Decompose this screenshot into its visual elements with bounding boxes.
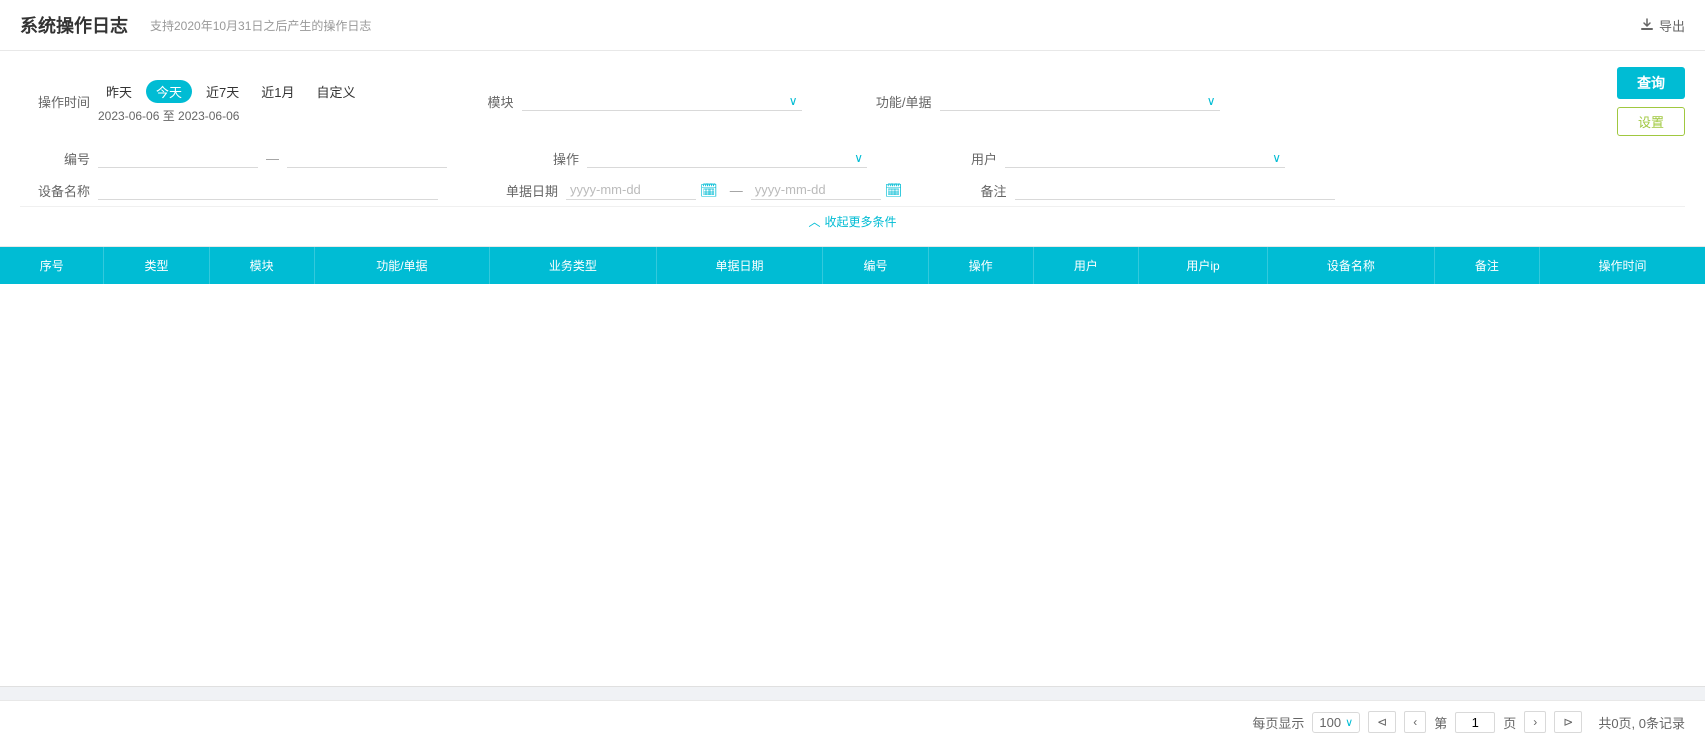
last-page-button[interactable]: ⊳ <box>1554 711 1582 733</box>
time-btn-yesterday[interactable]: 昨天 <box>98 80 140 103</box>
col-user-ip: 用户ip <box>1138 247 1267 284</box>
operation-label: 操作 <box>509 149 579 168</box>
filter-row-3: 设备名称 单据日期 🗓 — 🗓 备注 <box>20 180 1685 200</box>
code-dash: — <box>266 151 279 166</box>
page-total: 共0页, 0条记录 <box>1598 713 1685 732</box>
date-dash: — <box>730 183 743 198</box>
device-label: 设备名称 <box>20 181 90 200</box>
table-header: 序号 类型 模块 功能/单据 业务类型 单据日期 编号 操作 用户 用户ip 设… <box>0 247 1705 284</box>
user-label: 用户 <box>927 149 997 168</box>
page-size-select[interactable]: 100 ∨ <box>1312 712 1360 733</box>
time-btn-1month[interactable]: 近1月 <box>253 80 302 103</box>
page-number-input[interactable] <box>1455 712 1495 733</box>
func-select[interactable]: ∨ <box>940 92 1220 111</box>
remark-input[interactable] <box>1015 180 1335 200</box>
code-input-end[interactable] <box>287 148 447 168</box>
date-input-end[interactable] <box>751 180 881 200</box>
page-size-label: 每页显示 <box>1252 713 1304 732</box>
time-btn-custom[interactable]: 自定义 <box>309 80 364 103</box>
col-user: 用户 <box>1033 247 1138 284</box>
col-type: 类型 <box>104 247 209 284</box>
func-chevron-icon: ∨ <box>1207 94 1216 108</box>
time-label: 操作时间 <box>20 92 90 111</box>
collapse-bar[interactable]: ︿ 收起更多条件 <box>20 206 1685 236</box>
prev-page-button[interactable]: ‹ <box>1404 711 1426 733</box>
collapse-label: 收起更多条件 <box>825 213 897 230</box>
operation-filter-group: 操作 ∨ <box>509 149 867 168</box>
data-table: 序号 类型 模块 功能/单据 业务类型 单据日期 编号 操作 用户 用户ip 设… <box>0 247 1705 284</box>
page-size-value: 100 <box>1319 715 1341 730</box>
time-btn-today[interactable]: 今天 <box>146 80 192 103</box>
export-icon <box>1639 17 1655 33</box>
operation-chevron-icon: ∨ <box>854 151 863 165</box>
col-op-time: 操作时间 <box>1539 247 1705 284</box>
date-input-start[interactable] <box>566 180 696 200</box>
col-module: 模块 <box>209 247 314 284</box>
col-date: 单据日期 <box>656 247 823 284</box>
time-range: 2023-06-06 至 2023-06-06 <box>98 107 364 124</box>
page-container: 系统操作日志 支持2020年10月31日之后产生的操作日志 导出 操作时间 昨天… <box>0 0 1705 743</box>
col-index: 序号 <box>0 247 104 284</box>
col-operation: 操作 <box>928 247 1033 284</box>
scroll-inner <box>0 687 1705 700</box>
header-left: 系统操作日志 支持2020年10月31日之后产生的操作日志 <box>20 12 371 38</box>
module-select[interactable]: ∨ <box>522 92 802 111</box>
calendar-start-icon[interactable]: 🗓 <box>700 182 718 199</box>
module-label: 模块 <box>444 92 514 111</box>
empty-state <box>0 284 1705 584</box>
user-chevron-icon: ∨ <box>1272 151 1281 165</box>
col-func: 功能/单据 <box>314 247 489 284</box>
collapse-content: ︿ 收起更多条件 <box>808 213 896 230</box>
col-device: 设备名称 <box>1268 247 1435 284</box>
user-select[interactable]: ∨ <box>1005 149 1285 168</box>
filter-row-2: 编号 — 操作 ∨ 用户 ∨ <box>20 148 1685 168</box>
col-code: 编号 <box>823 247 928 284</box>
collapse-up-icon: ︿ <box>808 213 820 230</box>
code-input-start[interactable] <box>98 148 258 168</box>
date-filter-group: 单据日期 🗓 — 🗓 <box>498 180 907 200</box>
pagination-bar: 每页显示 100 ∨ ⊲ ‹ 第 页 › ⊳ 共0页, 0条记录 <box>0 700 1705 743</box>
settings-button[interactable]: 设置 <box>1617 107 1685 136</box>
col-remark: 备注 <box>1434 247 1539 284</box>
operation-select[interactable]: ∨ <box>587 149 867 168</box>
user-filter-group: 用户 ∨ <box>927 149 1285 168</box>
code-label: 编号 <box>20 149 90 168</box>
col-biz-type: 业务类型 <box>489 247 656 284</box>
time-filter: 昨天 今天 近7天 近1月 自定义 2023-06-06 至 2023-06-0… <box>98 80 364 124</box>
table-container: 序号 类型 模块 功能/单据 业务类型 单据日期 编号 操作 用户 用户ip 设… <box>0 247 1705 686</box>
action-buttons: 查询 设置 <box>1617 67 1685 136</box>
remark-filter-group: 备注 <box>967 180 1335 200</box>
horizontal-scrollbar[interactable] <box>0 686 1705 700</box>
filter-area: 操作时间 昨天 今天 近7天 近1月 自定义 2023-06-06 至 2023… <box>0 51 1705 247</box>
date-label: 单据日期 <box>498 181 558 200</box>
page-subtitle: 支持2020年10月31日之后产生的操作日志 <box>150 17 371 34</box>
device-input[interactable] <box>98 180 438 200</box>
device-filter-group: 设备名称 <box>20 180 438 200</box>
time-filter-group: 操作时间 昨天 今天 近7天 近1月 自定义 2023-06-06 至 2023… <box>20 80 364 124</box>
page-label: 第 <box>1434 713 1447 732</box>
page-size-chevron-icon: ∨ <box>1345 716 1353 729</box>
page-header: 系统操作日志 支持2020年10月31日之后产生的操作日志 导出 <box>0 0 1705 51</box>
module-chevron-icon: ∨ <box>789 94 798 108</box>
code-filter-group: 编号 — <box>20 148 447 168</box>
page-title: 系统操作日志 <box>20 12 128 38</box>
first-page-button[interactable]: ⊲ <box>1368 711 1396 733</box>
time-btn-7days[interactable]: 近7天 <box>198 80 247 103</box>
table-header-row: 序号 类型 模块 功能/单据 业务类型 单据日期 编号 操作 用户 用户ip 设… <box>0 247 1705 284</box>
export-button[interactable]: 导出 <box>1639 16 1685 35</box>
next-page-button[interactable]: › <box>1524 711 1546 733</box>
module-filter-group: 模块 ∨ <box>444 92 802 111</box>
calendar-end-icon[interactable]: 🗓 <box>885 182 903 199</box>
time-buttons: 昨天 今天 近7天 近1月 自定义 <box>98 80 364 103</box>
func-filter-group: 功能/单据 ∨ <box>862 92 1220 111</box>
func-label: 功能/单据 <box>862 92 932 111</box>
page-suffix: 页 <box>1503 713 1516 732</box>
query-button[interactable]: 查询 <box>1617 67 1685 99</box>
filter-row-1: 操作时间 昨天 今天 近7天 近1月 自定义 2023-06-06 至 2023… <box>20 67 1685 136</box>
remark-label: 备注 <box>967 181 1007 200</box>
